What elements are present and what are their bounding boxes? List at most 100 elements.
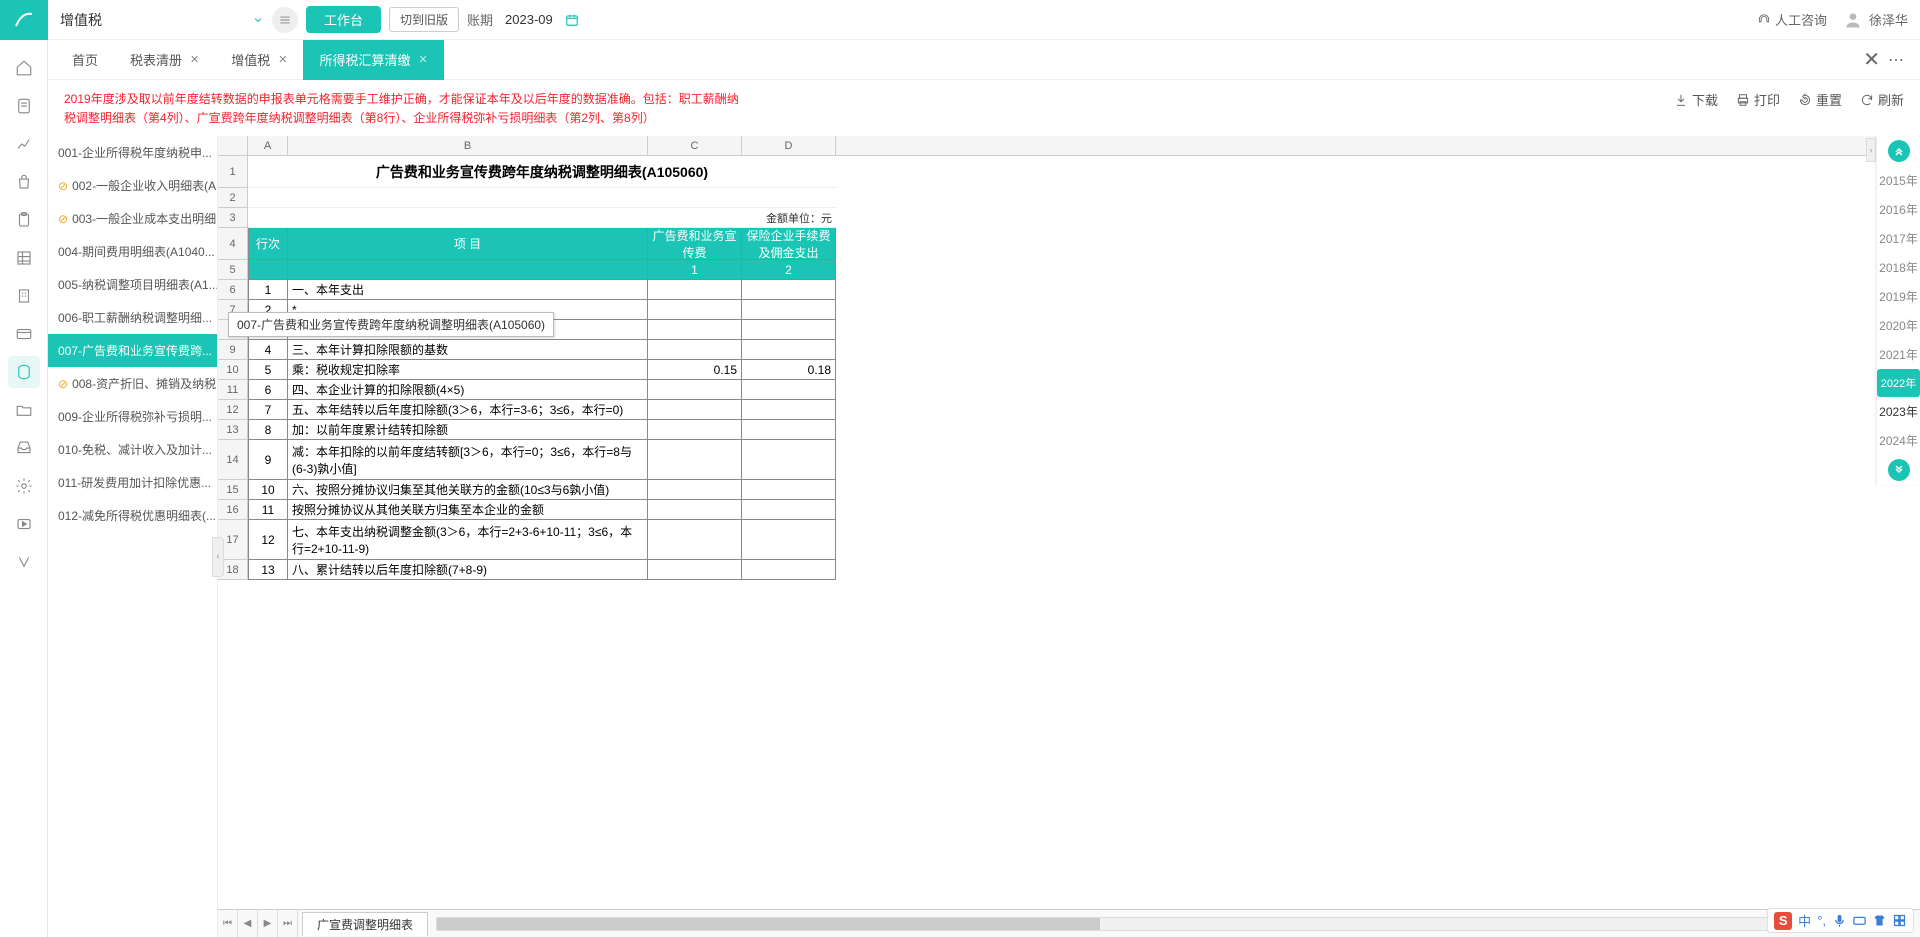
- tab-close-icon[interactable]: ✕: [278, 53, 287, 66]
- report-item-11[interactable]: 012-减免所得税优惠明细表(...: [48, 499, 217, 532]
- cell[interactable]: 行次: [248, 228, 288, 260]
- cell[interactable]: [742, 480, 836, 500]
- chart-icon[interactable]: [8, 128, 40, 160]
- cell[interactable]: [648, 300, 742, 320]
- report-item-0[interactable]: 001-企业所得税年度纳税申...: [48, 136, 217, 169]
- tab-close-icon[interactable]: ✕: [190, 53, 199, 66]
- cell[interactable]: [648, 420, 742, 440]
- collapse-sidebar-handle[interactable]: ‹: [212, 537, 224, 577]
- cell[interactable]: [742, 520, 836, 560]
- row-header[interactable]: 3: [218, 208, 248, 228]
- year-2024年[interactable]: 2024年: [1877, 426, 1920, 455]
- ime-skin-icon[interactable]: [1872, 913, 1887, 928]
- cell[interactable]: [648, 560, 742, 580]
- cell[interactable]: 2: [248, 300, 288, 320]
- cell[interactable]: *: [288, 300, 648, 320]
- row-header[interactable]: 8: [218, 320, 248, 340]
- cell[interactable]: [742, 280, 836, 300]
- user-menu[interactable]: 徐泽华: [1843, 10, 1908, 30]
- year-2015年[interactable]: 2015年: [1877, 166, 1920, 195]
- cell[interactable]: 7: [248, 400, 288, 420]
- report-item-3[interactable]: 004-期间费用明细表(A1040...: [48, 235, 217, 268]
- cell[interactable]: [742, 420, 836, 440]
- report-item-8[interactable]: 009-企业所得税弥补亏损明...: [48, 400, 217, 433]
- cell[interactable]: 七、本年支出纳税调整金额(3＞6，本行=2+3-6+10-11；3≤6，本行=2…: [288, 520, 648, 560]
- year-2020年[interactable]: 2020年: [1877, 311, 1920, 340]
- year-2023年[interactable]: 2023年: [1877, 397, 1920, 426]
- year-2022年[interactable]: 2022年: [1877, 369, 1920, 397]
- logo[interactable]: [0, 0, 48, 40]
- sheet-tab[interactable]: 广宣费调整明细表: [302, 912, 428, 936]
- year-2019年[interactable]: 2019年: [1877, 282, 1920, 311]
- unit-label[interactable]: 金额单位：元: [248, 208, 836, 228]
- row-header[interactable]: 9: [218, 340, 248, 360]
- consult-link[interactable]: 人工咨询: [1757, 10, 1827, 29]
- v-icon[interactable]: [8, 546, 40, 578]
- row-header[interactable]: 13: [218, 420, 248, 440]
- cell[interactable]: 保险企业手续费及佣金支出: [742, 228, 836, 260]
- cell[interactable]: [742, 440, 836, 480]
- tab-1[interactable]: 税表清册✕: [114, 40, 215, 80]
- year-2016年[interactable]: 2016年: [1877, 195, 1920, 224]
- cell[interactable]: 10: [248, 480, 288, 500]
- row-header[interactable]: 10: [218, 360, 248, 380]
- ime-keyboard-icon[interactable]: [1852, 913, 1867, 928]
- cell[interactable]: [648, 440, 742, 480]
- cell[interactable]: [248, 260, 288, 280]
- folder-icon[interactable]: [8, 394, 40, 426]
- cell[interactable]: 乘：税收规定扣除率: [288, 360, 648, 380]
- sheet-nav-next[interactable]: ▶: [258, 910, 278, 937]
- col-header-b[interactable]: B: [288, 136, 648, 155]
- cell[interactable]: 8: [248, 420, 288, 440]
- cell[interactable]: 4: [248, 340, 288, 360]
- cell[interactable]: [648, 380, 742, 400]
- cell[interactable]: 项 目: [288, 228, 648, 260]
- bag-icon[interactable]: [8, 166, 40, 198]
- cell[interactable]: [648, 320, 742, 340]
- building-icon[interactable]: [8, 280, 40, 312]
- period-value[interactable]: 2023-09: [505, 12, 553, 27]
- home-icon[interactable]: [8, 52, 40, 84]
- cell[interactable]: 八、累计结转以后年度扣除额(7+8-9): [288, 560, 648, 580]
- cell[interactable]: 1: [648, 260, 742, 280]
- cell[interactable]: [648, 280, 742, 300]
- ime-punct[interactable]: °,: [1817, 913, 1826, 928]
- cell[interactable]: [742, 500, 836, 520]
- row-header[interactable]: 12: [218, 400, 248, 420]
- report-item-5[interactable]: 006-职工薪酬纳税调整明细...: [48, 301, 217, 334]
- expand-year-handle[interactable]: ›: [1866, 138, 1876, 162]
- row-header[interactable]: 6: [218, 280, 248, 300]
- refresh-button[interactable]: 刷新: [1860, 90, 1904, 109]
- row-header[interactable]: 4: [218, 228, 248, 260]
- report-item-9[interactable]: 010-免税、减计收入及加计...: [48, 433, 217, 466]
- cell[interactable]: 6: [248, 380, 288, 400]
- cell[interactable]: 12: [248, 520, 288, 560]
- cell[interactable]: [248, 188, 836, 208]
- table-icon[interactable]: [8, 242, 40, 274]
- report-item-7[interactable]: ⊘008-资产折旧、摊销及纳税...: [48, 367, 217, 400]
- cell[interactable]: [288, 260, 648, 280]
- cell[interactable]: 9: [248, 440, 288, 480]
- report-item-10[interactable]: 011-研发费用加计扣除优惠...: [48, 466, 217, 499]
- cell[interactable]: [648, 480, 742, 500]
- gear-icon[interactable]: [8, 470, 40, 502]
- col-header-c[interactable]: C: [648, 136, 742, 155]
- cell[interactable]: 1: [248, 280, 288, 300]
- cell[interactable]: 加：以前年度累计结转扣除额: [288, 420, 648, 440]
- cell[interactable]: 13: [248, 560, 288, 580]
- ime-toolbox-icon[interactable]: [1892, 913, 1907, 928]
- row-header[interactable]: 7: [218, 300, 248, 320]
- module-dropdown[interactable]: 增值税: [60, 10, 264, 30]
- cell[interactable]: 0.15: [648, 360, 742, 380]
- cell[interactable]: 按照分摊协议从其他关联方归集至本企业的金额: [288, 500, 648, 520]
- inbox-icon[interactable]: [8, 432, 40, 464]
- report-item-2[interactable]: ⊘003-一般企业成本支出明细...: [48, 202, 217, 235]
- video-icon[interactable]: [8, 508, 40, 540]
- cell[interactable]: [742, 320, 836, 340]
- cell[interactable]: 11: [248, 500, 288, 520]
- ime-mic-icon[interactable]: [1832, 913, 1847, 928]
- cell[interactable]: [742, 560, 836, 580]
- calendar-icon[interactable]: [565, 13, 579, 27]
- year-2017年[interactable]: 2017年: [1877, 224, 1920, 253]
- year-2021年[interactable]: 2021年: [1877, 340, 1920, 369]
